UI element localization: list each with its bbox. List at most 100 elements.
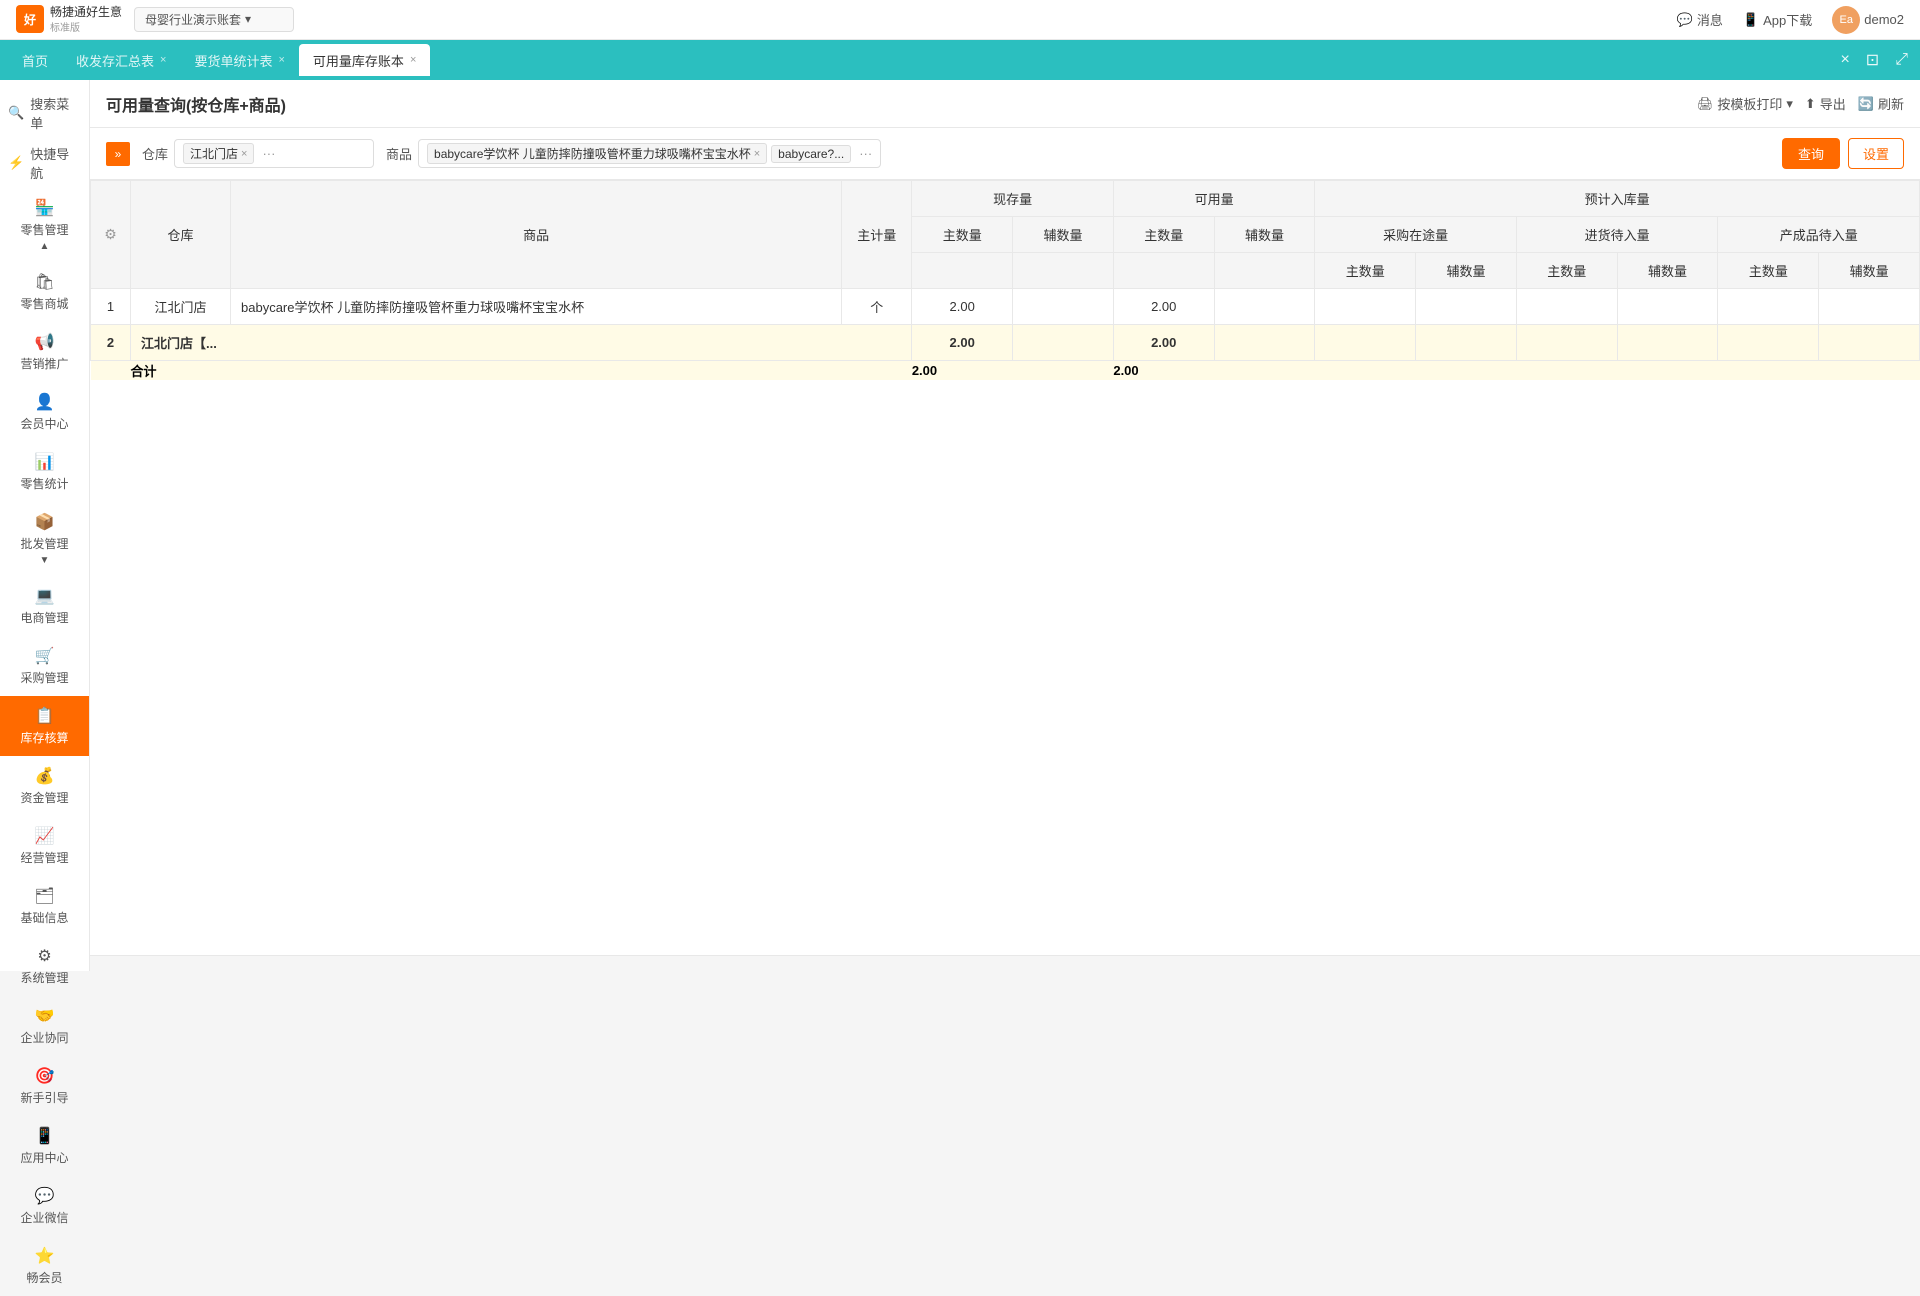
logo-area: 好 畅捷通好生意 标准版 [16, 5, 122, 34]
logo-text: 畅捷通好生意 [50, 5, 122, 19]
warehouse-tag: 江北门店 × [183, 143, 254, 164]
sidebar-item-retail-mall[interactable]: 🛍 零售商城 [0, 262, 89, 322]
cell-avail-main-1: 2.00 [1113, 289, 1214, 325]
tab-requisition-stats[interactable]: 要货单统计表 × [180, 44, 298, 76]
export-button[interactable]: ⬆ 导出 [1805, 94, 1846, 113]
template-print-button[interactable]: 🖨 按模板打印 ▾ [1697, 94, 1793, 113]
sidebar-item-wechat-label: 企业微信 [20, 1209, 68, 1226]
product-filter-label: 商品 [386, 144, 412, 163]
sidebar-item-finance[interactable]: 💰 资金管理 [0, 756, 89, 816]
chevron-icon: ▲ [40, 241, 50, 252]
marketing-icon: 📢 [35, 332, 55, 352]
cell-seq-1: 1 [91, 289, 131, 325]
col-unit-header: 主计量 [842, 181, 912, 289]
page-title: 可用量查询(按仓库+商品) [106, 92, 286, 116]
product-more-icon[interactable]: ··· [859, 146, 872, 161]
cell-purchase-main-1 [1315, 289, 1416, 325]
sidebar-search[interactable]: 🔍 搜索菜单 [0, 88, 89, 138]
sidebar-item-operations[interactable]: 📈 经营管理 [0, 816, 89, 876]
retail-stats-icon: 📊 [35, 452, 55, 472]
warehouse-more-icon[interactable]: ··· [262, 146, 275, 161]
settings-button[interactable]: 设置 [1848, 138, 1904, 169]
sidebar-item-system[interactable]: ⚙ 系统管理 [0, 936, 89, 996]
cell-sub-product-aux [1819, 325, 1920, 361]
query-button[interactable]: 查询 [1782, 138, 1840, 169]
tab-home-label: 首页 [22, 51, 48, 70]
sidebar-item-member[interactable]: 👤 会员中心 [0, 382, 89, 442]
tab-restore-button[interactable]: ⊡ [1862, 50, 1883, 70]
sidebar-item-marketing[interactable]: 📢 营销推广 [0, 322, 89, 382]
sidebar-item-vip[interactable]: ⭐ 畅会员 [0, 1236, 89, 1296]
cell-seq-sub: 2 [91, 325, 131, 361]
sidebar-item-wholesale[interactable]: 📦 批发管理 ▼ [0, 502, 89, 576]
refresh-label: 刷新 [1878, 94, 1904, 113]
total-row: 合计 2.00 2.00 [91, 361, 1920, 381]
sidebar-item-ecommerce[interactable]: 💻 电商管理 [0, 576, 89, 636]
col-avail-aux-header: 辅数量 [1214, 217, 1315, 253]
subtotal-row: 2 江北门店【... 2.00 2.00 [91, 325, 1920, 361]
tab-receive-summary[interactable]: 收发存汇总表 × [62, 44, 180, 76]
col-available-header: 可用量 [1113, 181, 1315, 217]
avatar: Ea [1832, 6, 1860, 34]
sidebar-item-retail-label: 零售管理 [20, 221, 68, 238]
tab-maximize-button[interactable]: ⤢ [1891, 51, 1912, 69]
product-tag-2: babycare?... [771, 145, 851, 163]
col-incoming-aux: 辅数量 [1617, 253, 1718, 289]
refresh-button[interactable]: 🔄 刷新 [1858, 94, 1904, 113]
cell-purchase-aux-1 [1416, 289, 1517, 325]
product-tag-1-close[interactable]: × [754, 148, 760, 160]
sidebar-item-retail[interactable]: 🏪 零售管理 ▲ [0, 188, 89, 262]
product-filter-input[interactable]: babycare学饮杯 儿童防摔防撞吸管杯重力球吸嘴杯宝宝水杯 × babyca… [418, 139, 881, 168]
sidebar-item-apps[interactable]: 📱 应用中心 [0, 1116, 89, 1176]
tab-receive-summary-close[interactable]: × [160, 54, 166, 66]
sidebar-item-inventory[interactable]: 📋 库存核算 [0, 696, 89, 756]
bottom-scrollbar[interactable] [90, 955, 1920, 971]
sidebar-quick-nav[interactable]: ⚡ 快捷导航 [0, 138, 89, 188]
tab-available-inventory-close[interactable]: × [410, 54, 416, 66]
sidebar-item-enterprise[interactable]: 🤝 企业协同 [0, 996, 89, 1056]
cell-sub-product-main [1718, 325, 1819, 361]
sidebar-item-retail-mall-label: 零售商城 [20, 295, 68, 312]
industry-selector[interactable]: 母婴行业演示账套 ▾ [134, 7, 294, 32]
sidebar-item-purchase[interactable]: 🛒 采购管理 [0, 636, 89, 696]
product-tag-1-value: babycare学饮杯 儿童防摔防撞吸管杯重力球吸嘴杯宝宝水杯 [434, 145, 751, 162]
export-label: 导出 [1820, 94, 1846, 113]
warehouse-filter-input[interactable]: 江北门店 × ··· [174, 139, 374, 168]
warehouse-tag-close[interactable]: × [241, 148, 247, 160]
app-download-button[interactable]: 📱 App下载 [1743, 10, 1812, 29]
sidebar-item-base[interactable]: 🗂 基础信息 [0, 876, 89, 936]
ecommerce-icon: 💻 [35, 586, 55, 606]
template-print-label: 按模板打印 [1717, 94, 1782, 113]
cell-current-aux-1 [1013, 289, 1114, 325]
sidebar-item-retail-stats[interactable]: 📊 零售统计 [0, 442, 89, 502]
cell-total-current-aux [1013, 361, 1114, 381]
cell-product-main-1 [1718, 289, 1819, 325]
sidebar-item-guide[interactable]: 🎯 新手引导 [0, 1056, 89, 1116]
filter-expand-button[interactable]: » [106, 142, 130, 166]
nav-icon: ⚡ [8, 155, 24, 171]
tab-close-all-button[interactable]: × [1836, 51, 1853, 69]
product-tag-1: babycare学饮杯 儿童防摔防撞吸管杯重力球吸嘴杯宝宝水杯 × [427, 143, 767, 164]
industry-selector-label: 母婴行业演示账套 [145, 11, 241, 28]
table-row: 1 江北门店 babycare学饮杯 儿童防摔防撞吸管杯重力球吸嘴杯宝宝水杯 个… [91, 289, 1920, 325]
cell-total-incoming-main [1516, 361, 1617, 381]
vip-icon: ⭐ [35, 1246, 55, 1266]
filter-bar: » 仓库 江北门店 × ··· 商品 babycare学饮杯 儿童防摔防撞吸管杯… [90, 128, 1920, 180]
tab-requisition-stats-close[interactable]: × [278, 54, 284, 66]
sidebar-item-operations-label: 经营管理 [20, 849, 68, 866]
tab-home[interactable]: 首页 [8, 44, 62, 76]
export-icon: ⬆ [1805, 96, 1816, 112]
cell-total-incoming-aux [1617, 361, 1718, 381]
settings-gear-icon[interactable]: ⚙ [104, 226, 117, 242]
col-settings-header[interactable]: ⚙ [91, 181, 131, 289]
message-button[interactable]: 💬 消息 [1677, 10, 1723, 29]
wholesale-icon: 📦 [35, 512, 55, 532]
tab-available-inventory[interactable]: 可用量库存账本 × [299, 44, 430, 76]
cell-subtotal-label: 江北门店【... [131, 325, 912, 361]
sidebar-item-apps-label: 应用中心 [20, 1149, 68, 1166]
user-profile[interactable]: Ea demo2 [1832, 6, 1904, 34]
page-header: 可用量查询(按仓库+商品) 🖨 按模板打印 ▾ ⬆ 导出 🔄 刷新 [90, 80, 1920, 128]
sidebar-item-wechat[interactable]: 💬 企业微信 [0, 1176, 89, 1236]
col-purchase-main: 主数量 [1315, 253, 1416, 289]
sidebar-item-finance-label: 资金管理 [20, 789, 68, 806]
